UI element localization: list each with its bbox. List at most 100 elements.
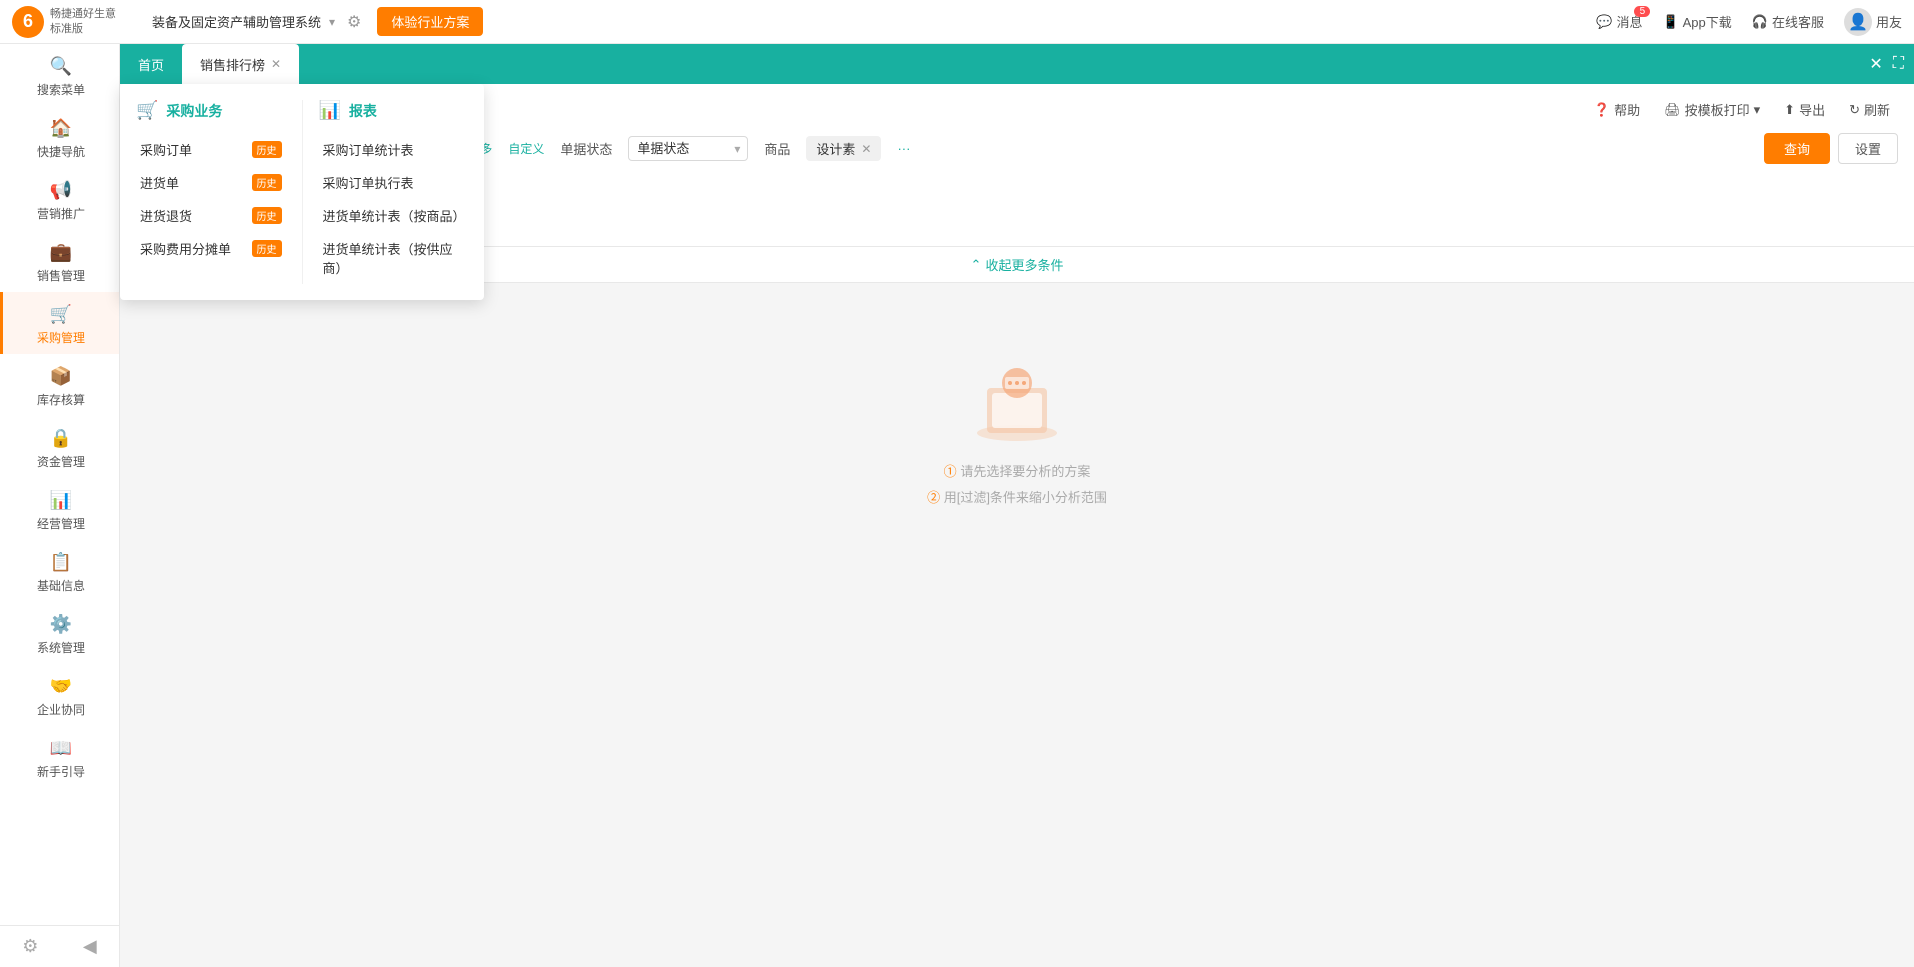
refresh-btn[interactable]: ↻ 刷新 [1841,96,1898,123]
industry-btn[interactable]: 体验行业方案 [377,7,483,36]
sidebar: 🔍 搜索菜单 🏠 快捷导航 📢 营销推广 💼 销售管理 🛒 采购管理 📦 库存核… [0,44,120,967]
sidebar-label-inventory: 库存核算 [37,391,85,408]
dropdown-item-receipt-stats-supplier[interactable]: 进货单统计表（按供应商） [319,232,469,284]
online-service-item[interactable]: 🎧 在线客服 [1752,12,1824,31]
history-tag-3: 历史 [252,240,282,257]
export-icon: ⬆ [1784,102,1795,118]
dropdown-item-po-stats[interactable]: 采购订单统计表 [319,133,469,166]
message-item[interactable]: 💬 消息 5 [1596,12,1642,31]
dropdown-col-report-title: 📊 报表 [319,100,469,121]
user-item[interactable]: 👤 用友 [1844,8,1902,36]
dropdown-col-report: 📊 报表 采购订单统计表 采购订单执行表 进货单统计表（按商品） 进货单统计表（… [302,100,485,284]
goods-tag-close[interactable]: ✕ [861,142,871,156]
sidebar-item-search[interactable]: 🔍 搜索菜单 [0,44,119,106]
sidebar-label-funds: 资金管理 [37,453,85,470]
collapse-up-icon: ⌃ [971,257,982,273]
bill-status-select-wrap: 单据状态 ▾ [628,136,748,161]
history-tag-2: 历史 [252,207,282,224]
tab-bar-right: ✕ ⛶ [1869,54,1914,74]
avatar-icon: 👤 [1844,8,1872,36]
help-btn[interactable]: ❓ 帮助 [1586,96,1648,123]
tab-close-all-icon[interactable]: ✕ [1869,54,1882,74]
sidebar-label-marketing: 营销推广 [37,205,85,222]
purchase-dropdown-menu: 🛒 采购业务 采购订单 历史 进货单 历史 进货退货 历史 采购费用分摊单 历史… [120,84,484,300]
app-download-label: App下载 [1683,12,1732,31]
dropdown-item-goods-receipt[interactable]: 进货单 历史 [136,166,286,199]
app-download-item[interactable]: 📱 App下载 [1662,12,1731,31]
sidebar-item-inventory[interactable]: 📦 库存核算 [0,354,119,416]
sidebar-label-guide: 新手引导 [37,763,85,780]
message-icon: 💬 [1596,14,1612,30]
sidebar-label-purchase: 采购管理 [37,329,85,346]
sidebar-item-marketing[interactable]: 📢 营销推广 [0,168,119,230]
date-quick-custom[interactable]: 自定义 [508,140,544,157]
goods-tag: 设计素 ✕ [806,136,881,161]
dropdown-item-goods-return[interactable]: 进货退货 历史 [136,199,286,232]
sidebar-label-search: 搜索菜单 [37,81,85,98]
dropdown-item-po-exec[interactable]: 采购订单执行表 [319,166,469,199]
sidebar-item-purchase[interactable]: 🛒 采购管理 [0,292,119,354]
gear-icon[interactable]: ⚙ [347,12,361,32]
sidebar-item-basic-info[interactable]: 📋 基础信息 [0,540,119,602]
sidebar-item-sales[interactable]: 💼 销售管理 [0,230,119,292]
sidebar-item-funds[interactable]: 🔒 资金管理 [0,416,119,478]
logo-area: 6 畅捷通好生意 标准版 [12,6,132,38]
print-btn[interactable]: 🖨 按模板打印 ▾ [1656,96,1768,123]
empty-tip-2: ② 用[过滤]条件来缩小分析范围 [927,485,1107,511]
sales-icon: 💼 [50,242,72,263]
logo-icon: 6 [12,6,44,38]
dropdown-item-receipt-stats-goods[interactable]: 进货单统计表（按商品） [319,199,469,232]
sidebar-item-system[interactable]: ⚙️ 系统管理 [0,602,119,664]
dropdown-item-purchase-order[interactable]: 采购订单 历史 [136,133,286,166]
query-btn[interactable]: 查询 [1764,133,1830,164]
export-btn[interactable]: ⬆ 导出 [1776,96,1833,123]
collapse-icon[interactable]: ◀ [83,936,97,957]
bill-status-select[interactable]: 单据状态 [628,136,748,161]
report-col-icon: 📊 [319,100,341,121]
sidebar-item-enterprise[interactable]: 🤝 企业协同 [0,664,119,726]
operations-icon: 📊 [50,490,72,511]
sidebar-label-sales: 销售管理 [37,267,85,284]
sidebar-label-operations: 经营管理 [37,515,85,532]
tab-home[interactable]: 首页 [120,44,182,84]
tab-bar: 首页 销售排行榜 ✕ ✕ ⛶ [120,44,1914,84]
bill-status-label: 单据状态 [560,139,612,158]
sidebar-label-enterprise: 企业协同 [37,701,85,718]
system-title: 装备及固定资产辅助管理系统 [152,12,321,31]
print-arrow: ▾ [1754,102,1761,118]
basic-info-icon: 📋 [50,552,72,573]
sidebar-item-quick-nav[interactable]: 🏠 快捷导航 [0,106,119,168]
dropdown-item-purchase-expense[interactable]: 采购费用分摊单 历史 [136,232,286,265]
system-dropdown-arrow[interactable]: ▾ [329,15,335,29]
goods-label: 商品 [764,139,790,158]
user-label: 用友 [1876,12,1902,31]
sidebar-item-guide[interactable]: 📖 新手引导 [0,726,119,788]
enterprise-icon: 🤝 [50,676,72,697]
marketing-icon: 📢 [50,180,72,201]
dropdown-col-purchase: 🛒 采购业务 采购订单 历史 进货单 历史 进货退货 历史 采购费用分摊单 历史 [120,100,302,284]
collapse-label: 收起更多条件 [985,255,1063,274]
sidebar-item-operations[interactable]: 📊 经营管理 [0,478,119,540]
tab-close-icon[interactable]: ✕ [271,57,281,71]
guide-icon: 📖 [50,738,72,759]
tab-sales-rank[interactable]: 销售排行榜 ✕ [182,44,299,84]
message-badge: 5 [1634,6,1650,17]
search-icon: 🔍 [50,56,72,77]
help-icon: ❓ [1594,102,1610,118]
sidebar-bottom: ⚙ ◀ [0,925,119,967]
settings-btn[interactable]: 设置 [1838,133,1898,164]
refresh-icon: ↻ [1849,102,1860,118]
home-icon: 🏠 [50,118,72,139]
inventory-icon: 📦 [50,366,72,387]
tab-maximize-icon[interactable]: ⛶ [1893,55,1904,73]
history-tag-1: 历史 [252,174,282,191]
top-bar-right: 💬 消息 5 📱 App下载 🎧 在线客服 👤 用友 [1596,8,1902,36]
settings-bottom-icon[interactable]: ⚙ [22,936,38,957]
goods-more[interactable]: ··· [897,141,910,156]
phone-icon: 📱 [1662,14,1678,30]
logo-text: 畅捷通好生意 标准版 [50,7,116,36]
purchase-col-icon: 🛒 [136,100,158,121]
tab-sales-rank-label: 销售排行榜 [200,55,265,74]
online-service-label: 在线客服 [1772,12,1824,31]
system-title-area: 装备及固定资产辅助管理系统 ▾ ⚙ [152,12,361,32]
